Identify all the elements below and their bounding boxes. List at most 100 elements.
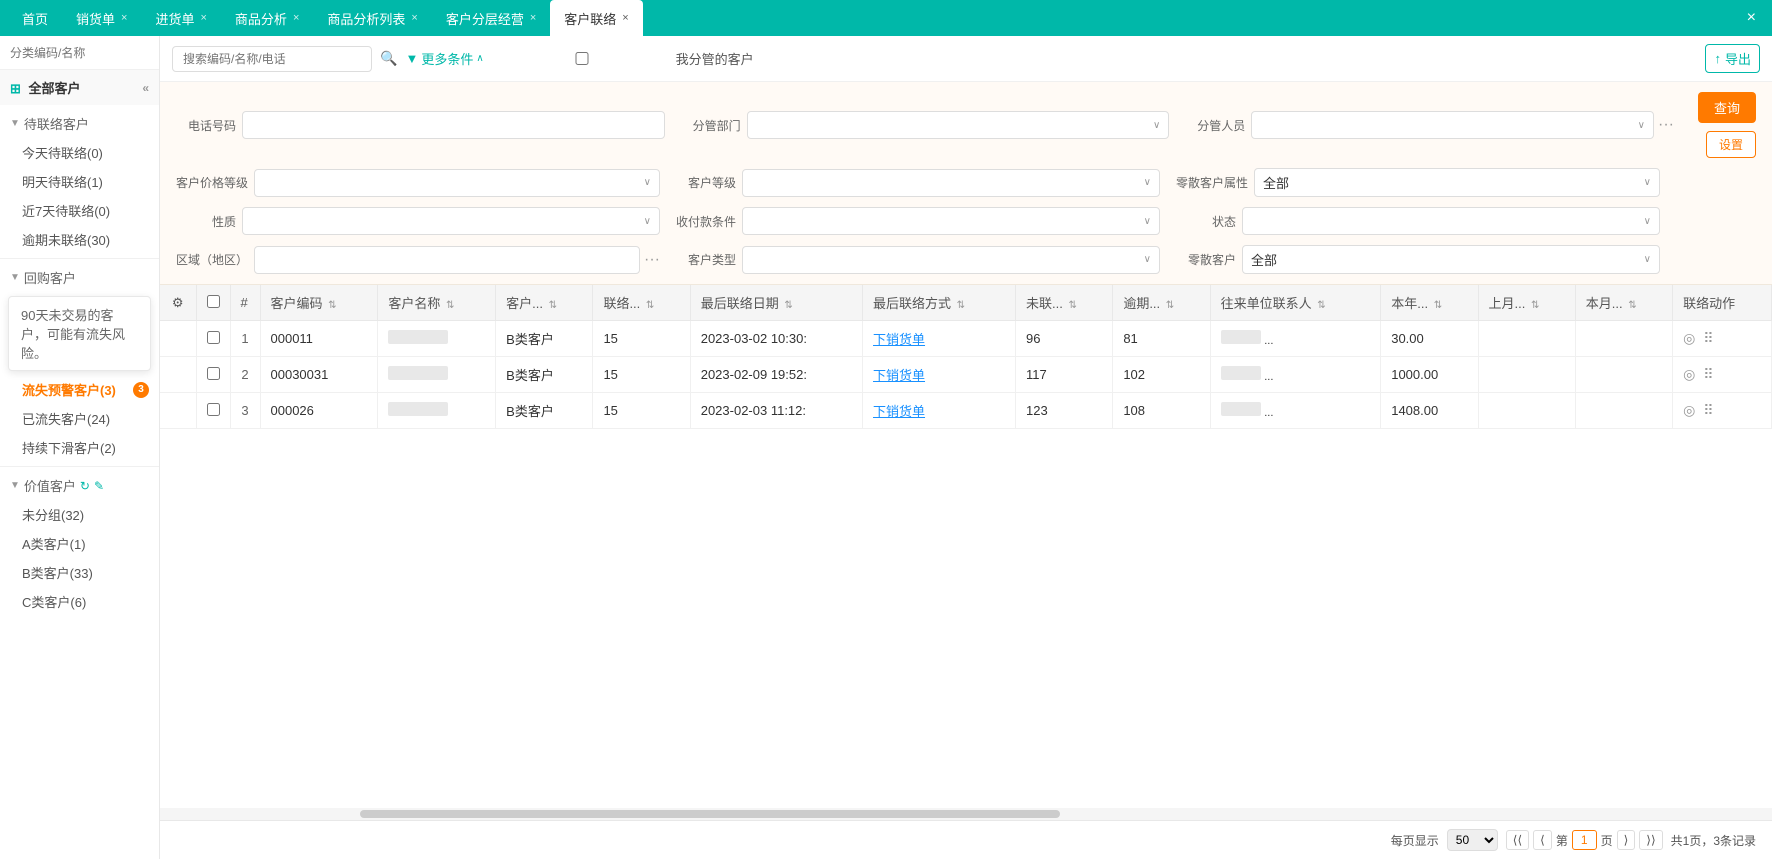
settings-button[interactable]: 设置 [1706,131,1756,158]
this-month-column-header[interactable]: 本月... ⇅ [1575,285,1672,321]
tab-home[interactable]: 首页 [8,0,62,36]
this-year-column-header[interactable]: 本年... ⇅ [1381,285,1478,321]
price-level-select[interactable]: ∨ [254,169,660,197]
sidebar-item-ungroup[interactable]: 未分组(32) [0,500,159,529]
tab-analysis-label: 商品分析 [235,9,287,28]
row-checkbox-2[interactable] [196,393,230,429]
action-more-icon-2[interactable]: ⠿ [1703,402,1713,419]
region-dots-icon[interactable]: ··· [644,251,660,269]
manager-select[interactable]: ∨ [1251,111,1654,139]
uncontacted-column-header[interactable]: 未联... ⇅ [1016,285,1113,321]
value-refresh-icon[interactable]: ↻ [80,479,90,493]
name-column-header[interactable]: 客户名称 ⇅ [378,285,496,321]
checkbox-column-header[interactable] [196,285,230,321]
search-input[interactable] [172,46,372,72]
sidebar-item-b-class[interactable]: B类客户(33) [0,558,159,587]
customer-type-select[interactable]: ∨ [742,246,1160,274]
last-method-column-header[interactable]: 最后联络方式 ⇅ [863,285,1016,321]
sidebar-collapse-icon[interactable]: « [142,81,149,95]
sidebar-item-c-class[interactable]: C类客户(6) [0,587,159,616]
region-label: 区域（地区） [176,251,248,268]
tab-customer-contact-close[interactable]: × [622,12,628,24]
tab-customer-segment[interactable]: 客户分层经营 × [432,0,550,36]
scrollbar-thumb[interactable] [360,810,1060,818]
all-customers-label: ⊞ 全部客户 [10,78,81,97]
sidebar-item-declining[interactable]: 持续下滑客户(2) [0,433,159,462]
row-action-1: ◎ ⠿ [1673,357,1772,393]
action-more-icon-0[interactable]: ⠿ [1703,330,1713,347]
gear-column-header[interactable]: ⚙ [160,285,196,321]
customer-level-select[interactable]: ∨ [742,169,1160,197]
tab-analysis-list[interactable]: 商品分析列表 × [313,0,431,36]
phone-input[interactable] [242,111,665,139]
sidebar-item-overdue-pending[interactable]: 逾期未联络(30) [0,225,159,254]
retail-customer-select[interactable]: 全部 ∨ [1242,245,1660,274]
row-checkbox-0[interactable] [196,321,230,357]
last-month-sort-icon: ⇅ [1531,300,1539,311]
sidebar-item-7days-pending[interactable]: 近7天待联络(0) [0,196,159,225]
overdue-column-header[interactable]: 逾期... ⇅ [1113,285,1210,321]
action-contact-icon-1[interactable]: ◎ [1683,366,1695,383]
row-checkbox-1[interactable] [196,357,230,393]
next-page-button[interactable]: ⟩ [1617,830,1636,850]
tab-purchase[interactable]: 进货单 × [141,0,220,36]
row-last-method-1[interactable]: 下销货单 [863,357,1016,393]
last-page-button[interactable]: ⟩⟩ [1639,830,1662,850]
sidebar-item-already-lost[interactable]: 已流失客户(24) [0,404,159,433]
contact-column-header[interactable]: 联络... ⇅ [593,285,690,321]
tab-purchase-close[interactable]: × [200,12,206,24]
code-column-header[interactable]: 客户编码 ⇅ [260,285,378,321]
tab-analysis[interactable]: 商品分析 × [221,0,313,36]
manager-dots-icon[interactable]: ··· [1658,116,1674,134]
export-button[interactable]: ↑ 导出 [1705,44,1760,73]
prev-page-button[interactable]: ⟨ [1533,830,1552,850]
sidebar-all-customers[interactable]: ⊞ 全部客户 « [0,70,159,105]
dept-select[interactable]: ∨ [747,111,1170,139]
filter-search-icon[interactable]: 🔍 [380,50,397,67]
status-select[interactable]: ∨ [1242,207,1660,235]
sidebar-item-tomorrow-pending[interactable]: 明天待联络(1) [0,167,159,196]
row-overdue-2: 108 [1113,393,1210,429]
query-button[interactable]: 查询 [1698,92,1756,123]
action-contact-icon-0[interactable]: ◎ [1683,330,1695,347]
tab-sales[interactable]: 销货单 × [62,0,141,36]
row-last-month-0 [1478,321,1575,357]
action-more-icon-1[interactable]: ⠿ [1703,366,1713,383]
sidebar-group-lost-title[interactable]: ▼ 回购客户 [0,263,159,292]
close-all-button[interactable]: × [1739,9,1764,27]
tab-analysis-list-close[interactable]: × [411,12,417,24]
first-page-button[interactable]: ⟨⟨ [1506,830,1529,850]
last-date-column-header[interactable]: 最后联络日期 ⇅ [690,285,862,321]
page-unit: 页 [1601,832,1613,849]
sidebar-group-pending-title[interactable]: ▼ 待联络客户 [0,109,159,138]
tab-customer-segment-close[interactable]: × [530,12,536,24]
level-column-header[interactable]: 客户... ⇅ [496,285,593,321]
value-edit-icon[interactable]: ✎ [94,479,104,493]
tab-sales-close[interactable]: × [121,12,127,24]
row-last-method-0[interactable]: 下销货单 [863,321,1016,357]
horizontal-scrollbar[interactable] [160,808,1772,820]
retail-attr-select[interactable]: 全部 ∨ [1254,168,1660,197]
sidebar-search-input[interactable] [10,46,160,60]
sidebar-item-a-class[interactable]: A类客户(1) [0,529,159,558]
this-year-sort-icon: ⇅ [1434,300,1442,311]
dept-arrow-icon: ∨ [1153,120,1160,131]
payment-select[interactable]: ∨ [742,207,1160,235]
row-last-method-2[interactable]: 下销货单 [863,393,1016,429]
page-size-select[interactable]: 50 20 100 [1447,829,1498,851]
sidebar-item-today-pending[interactable]: 今天待联络(0) [0,138,159,167]
unit-contact-column-header[interactable]: 往来单位联系人 ⇅ [1210,285,1381,321]
region-input[interactable] [254,246,640,274]
tab-customer-contact[interactable]: 客户联络 × [550,0,642,36]
select-all-checkbox[interactable] [207,295,220,308]
more-conditions-button[interactable]: ▼ 更多条件 ∧ [405,49,483,68]
lost-group-label: 回购客户 [24,268,76,287]
my-customers-checkbox[interactable] [492,52,672,65]
sidebar-item-lost-warning[interactable]: 流失预警客户(3) 3 [0,375,159,404]
last-month-column-header[interactable]: 上月... ⇅ [1478,285,1575,321]
nature-select[interactable]: ∨ [242,207,660,235]
sidebar-group-value-title[interactable]: ▼ 价值客户 ↻ ✎ [0,471,159,500]
row-this-month-1 [1575,357,1672,393]
tab-analysis-close[interactable]: × [293,12,299,24]
action-contact-icon-2[interactable]: ◎ [1683,402,1695,419]
